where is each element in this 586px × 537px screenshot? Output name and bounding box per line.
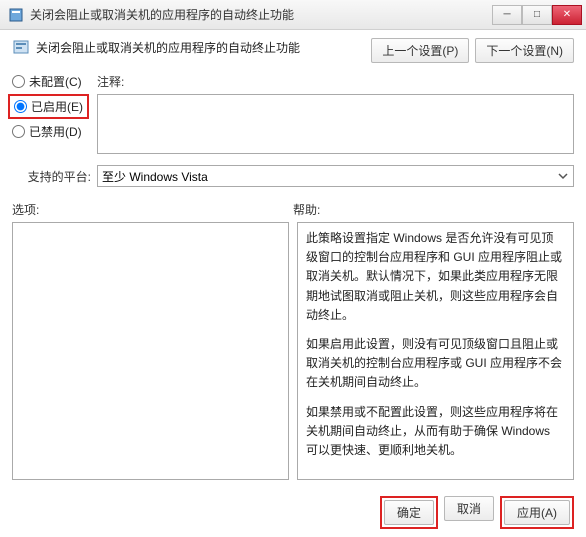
comment-textarea[interactable]	[97, 94, 574, 154]
help-paragraph: 此策略设置指定 Windows 是否允许没有可见顶级窗口的控制台应用程序和 GU…	[306, 229, 565, 325]
platform-row: 支持的平台: 至少 Windows Vista	[12, 165, 574, 187]
radio-disabled-label: 已禁用(D)	[29, 123, 82, 140]
window-controls: ─ □ ✕	[492, 5, 582, 25]
help-pane[interactable]: 此策略设置指定 Windows 是否允许没有可见顶级窗口的控制台应用程序和 GU…	[297, 222, 574, 480]
options-pane[interactable]	[12, 222, 289, 480]
radio-enabled-label: 已启用(E)	[31, 98, 83, 115]
header-row: 关闭会阻止或取消关机的应用程序的自动终止功能 上一个设置(P) 下一个设置(N)	[12, 38, 574, 63]
close-button[interactable]: ✕	[552, 5, 582, 25]
pane-labels: 选项: 帮助:	[12, 201, 574, 218]
highlight-apply: 应用(A)	[500, 496, 574, 529]
config-area: 未配置(C) 已启用(E) 已禁用(D) 注释:	[12, 73, 574, 157]
next-setting-button[interactable]: 下一个设置(N)	[475, 38, 574, 63]
radio-not-configured[interactable]: 未配置(C)	[12, 73, 97, 90]
chevron-down-icon	[555, 168, 571, 184]
platform-select[interactable]: 至少 Windows Vista	[97, 165, 574, 187]
policy-icon	[12, 38, 30, 56]
header-left: 关闭会阻止或取消关机的应用程序的自动终止功能	[12, 38, 371, 56]
cancel-button[interactable]: 取消	[444, 496, 494, 521]
title-bar: 关闭会阻止或取消关机的应用程序的自动终止功能 ─ □ ✕	[0, 0, 586, 30]
content-area: 关闭会阻止或取消关机的应用程序的自动终止功能 上一个设置(P) 下一个设置(N)…	[0, 30, 586, 488]
maximize-button[interactable]: □	[522, 5, 552, 25]
prev-setting-button[interactable]: 上一个设置(P)	[371, 38, 469, 63]
platform-label: 支持的平台:	[12, 168, 97, 185]
radio-not-configured-input[interactable]	[12, 75, 25, 88]
minimize-button[interactable]: ─	[492, 5, 522, 25]
ok-button[interactable]: 确定	[384, 500, 434, 525]
radio-disabled-input[interactable]	[12, 125, 25, 138]
window-title: 关闭会阻止或取消关机的应用程序的自动终止功能	[30, 6, 492, 23]
comment-label: 注释:	[97, 73, 124, 90]
help-paragraph: 如果禁用或不配置此设置，则这些应用程序将在关机期间自动终止，从而有助于确保 Wi…	[306, 403, 565, 461]
footer: 确定 取消 应用(A)	[0, 488, 586, 537]
platform-value: 至少 Windows Vista	[102, 170, 208, 184]
nav-buttons: 上一个设置(P) 下一个设置(N)	[371, 38, 574, 63]
highlight-ok: 确定	[380, 496, 438, 529]
help-paragraph: 如果启用此设置，则没有可见顶级窗口且阻止或取消关机的控制台应用程序或 GUI 应…	[306, 335, 565, 393]
highlight-enabled: 已启用(E)	[8, 94, 89, 119]
apply-button[interactable]: 应用(A)	[504, 500, 570, 525]
comment-column: 注释:	[97, 73, 574, 157]
panes: 此策略设置指定 Windows 是否允许没有可见顶级窗口的控制台应用程序和 GU…	[12, 222, 574, 480]
options-label: 选项:	[12, 201, 293, 218]
app-icon	[8, 7, 24, 23]
radio-disabled[interactable]: 已禁用(D)	[12, 123, 97, 140]
cancel-wrap: 取消	[444, 496, 494, 529]
policy-title: 关闭会阻止或取消关机的应用程序的自动终止功能	[36, 39, 300, 56]
radio-enabled-input[interactable]	[14, 100, 27, 113]
radio-column: 未配置(C) 已启用(E) 已禁用(D)	[12, 73, 97, 157]
radio-not-configured-label: 未配置(C)	[29, 73, 82, 90]
help-label: 帮助:	[293, 201, 574, 218]
radio-enabled[interactable]: 已启用(E)	[14, 98, 83, 115]
